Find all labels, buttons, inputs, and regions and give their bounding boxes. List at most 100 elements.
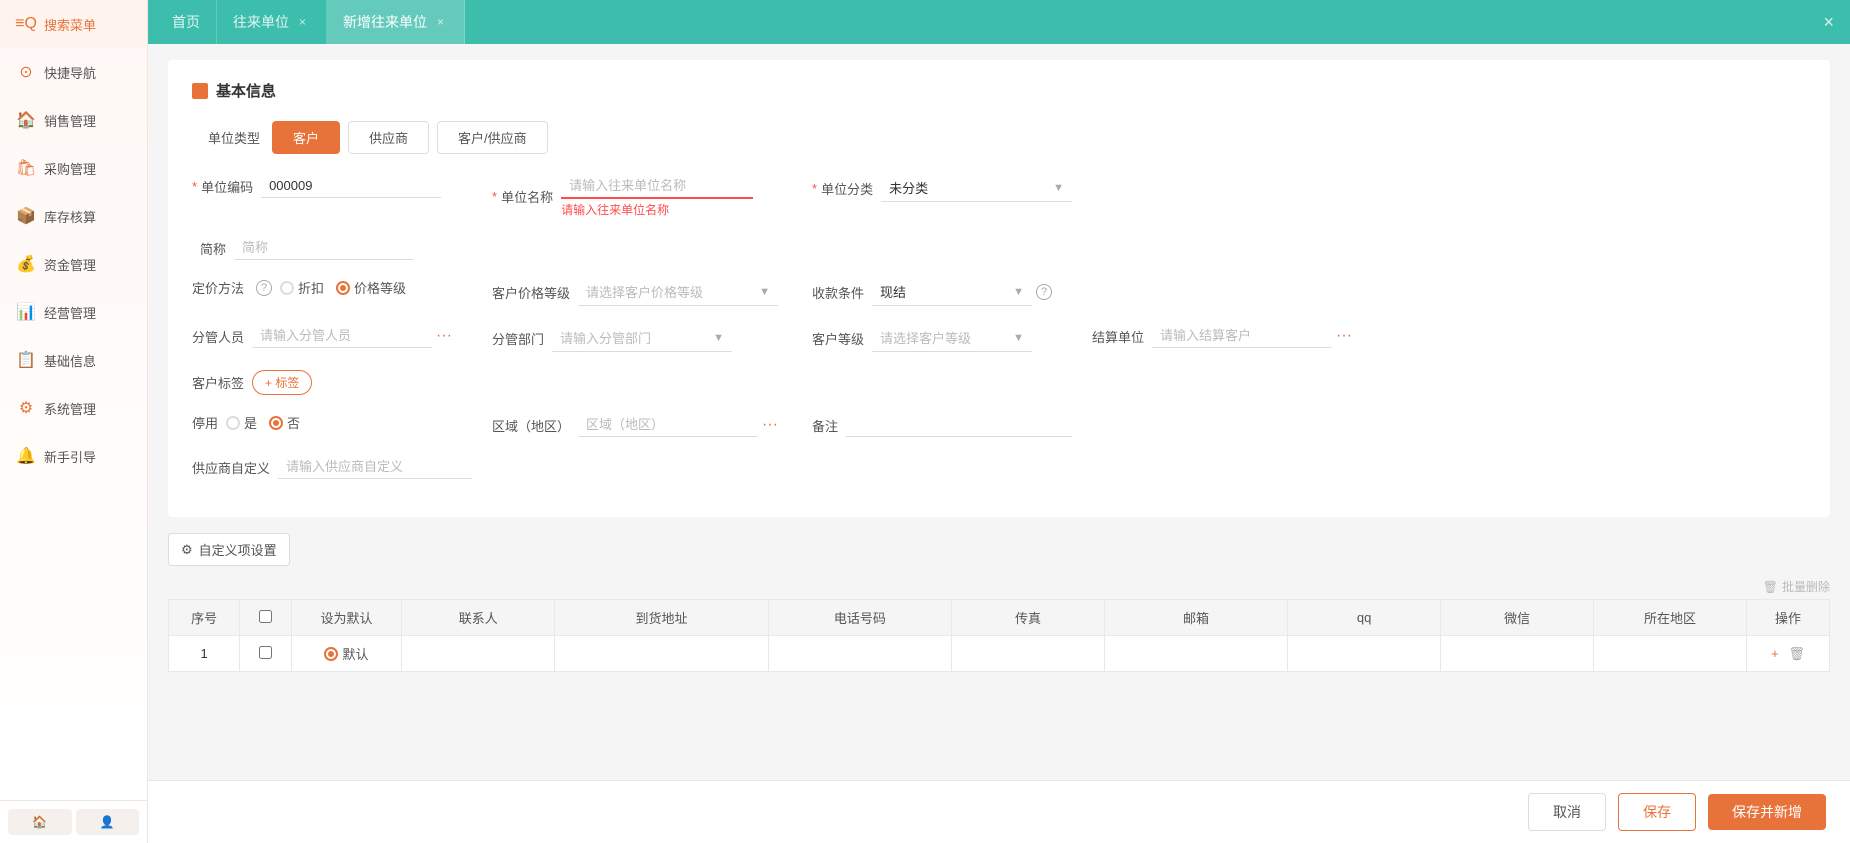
unit-category-chevron: ▼ [1053, 182, 1064, 194]
payment-help-icon[interactable]: ? [1036, 284, 1052, 300]
tab-new-unit-label: 新增往来单位 [343, 12, 427, 32]
tab-home-label: 首页 [172, 12, 200, 32]
payment-condition-select[interactable]: 现结 ▼ [872, 278, 1032, 306]
save-button[interactable]: 保存 [1618, 793, 1696, 831]
customer-level-select[interactable]: 请选择客户等级 ▼ [872, 324, 1032, 352]
row-pricing: 定价方法 ? 折扣 价格等级 客户价格等级 [192, 278, 1806, 306]
sidebar-user-btn[interactable]: 👤 [76, 809, 140, 835]
sidebar-label-quicknav: 快捷导航 [44, 63, 96, 82]
field-pricing-method: 定价方法 ? 折扣 价格等级 [192, 278, 472, 297]
sidebar-item-quicknav[interactable]: ⊙ 快捷导航 [0, 48, 147, 96]
sidebar-item-finance[interactable]: 💰 资金管理 [0, 240, 147, 288]
unit-category-select[interactable]: 未分类 ▼ [881, 174, 1072, 202]
radio-yes-label: 是 [244, 413, 257, 432]
sidebar-item-system[interactable]: ⚙ 系统管理 [0, 384, 147, 432]
contact-input[interactable] [438, 646, 518, 661]
pricing-help-icon[interactable]: ? [256, 280, 272, 296]
tab-new-unit-close[interactable]: × [433, 13, 448, 31]
sidebar-home-btn[interactable]: 🏠 [8, 809, 72, 835]
cell-qq[interactable] [1288, 636, 1441, 672]
cancel-button[interactable]: 取消 [1528, 793, 1606, 831]
qq-input[interactable] [1324, 646, 1404, 661]
cell-address[interactable] [555, 636, 769, 672]
radio-discount[interactable]: 折扣 [280, 278, 324, 297]
tab-home[interactable]: 首页 [156, 0, 217, 44]
tab-units-close[interactable]: × [295, 13, 310, 31]
department-select[interactable]: 请输入分管部门 ▼ [552, 324, 732, 352]
section-header: 基本信息 [192, 80, 1806, 101]
settlement-more-btn[interactable]: ··· [1332, 327, 1356, 345]
cell-region[interactable] [1594, 636, 1747, 672]
add-row-btn[interactable]: + [1771, 646, 1779, 661]
fax-input[interactable] [988, 646, 1068, 661]
cell-contact[interactable] [402, 636, 555, 672]
cell-email[interactable] [1104, 636, 1287, 672]
btn-both[interactable]: 客户/供应商 [437, 121, 548, 154]
operations-icon: 📊 [16, 302, 36, 322]
customer-price-level-label: 客户价格等级 [492, 283, 578, 302]
col-checkbox [240, 600, 291, 636]
field-supplier-custom: 供应商自定义 [192, 455, 472, 479]
field-remark: 备注 [792, 413, 1072, 437]
default-radio[interactable]: 默认 [302, 644, 392, 663]
cell-phone[interactable] [768, 636, 951, 672]
wechat-input[interactable] [1477, 646, 1557, 661]
save-new-button[interactable]: 保存并新增 [1708, 794, 1826, 830]
abbreviation-input[interactable] [234, 236, 414, 260]
row-checkbox[interactable] [259, 646, 272, 659]
radio-no[interactable]: 否 [269, 413, 300, 432]
customer-price-level-select[interactable]: 请选择客户价格等级 ▼ [578, 278, 778, 306]
sidebar-item-search[interactable]: ≡Q 搜索菜单 [0, 0, 147, 48]
field-settlement-unit: 结算单位 ··· [1072, 324, 1356, 348]
region-table-input[interactable] [1630, 646, 1710, 661]
sidebar-item-purchase[interactable]: 🛍 采购管理 [0, 144, 147, 192]
settlement-unit-input[interactable] [1152, 324, 1332, 348]
sidebar-item-sales[interactable]: 🏠 销售管理 [0, 96, 147, 144]
manager-more-btn[interactable]: ··· [432, 327, 456, 345]
batch-delete-label: 批量删除 [1782, 578, 1830, 595]
supplier-custom-input[interactable] [278, 455, 472, 479]
cell-wechat[interactable] [1441, 636, 1594, 672]
btn-customer[interactable]: 客户 [272, 121, 340, 154]
system-icon: ⚙ [16, 398, 36, 418]
tab-new-unit[interactable]: 新增往来单位 × [327, 0, 465, 44]
cell-checkbox[interactable] [240, 636, 291, 672]
manager-input[interactable] [252, 324, 432, 348]
quicknav-icon: ⊙ [16, 62, 36, 82]
row-supplier-custom: 供应商自定义 [192, 455, 1806, 479]
delete-row-btn[interactable]: 🗑 [1788, 646, 1805, 661]
custom-settings-button[interactable]: ⚙ 自定义项设置 [168, 533, 290, 566]
col-address: 到货地址 [555, 600, 769, 636]
batch-delete-row[interactable]: 🗑 批量删除 [168, 578, 1830, 595]
customer-level-chevron: ▼ [1013, 332, 1024, 344]
unit-type-row: 单位类型 客户 供应商 客户/供应商 [192, 121, 1806, 154]
region-input[interactable] [578, 413, 758, 437]
window-close-btn[interactable]: × [1815, 8, 1842, 37]
cell-fax[interactable] [951, 636, 1104, 672]
address-input[interactable] [601, 646, 721, 661]
sidebar-item-guide[interactable]: 🔔 新手引导 [0, 432, 147, 480]
remark-input[interactable] [846, 413, 1072, 437]
customer-level-label: 客户等级 [812, 329, 872, 348]
col-action: 操作 [1747, 600, 1830, 636]
phone-input[interactable] [810, 646, 910, 661]
unit-name-input[interactable] [561, 174, 753, 199]
region-more-btn[interactable]: ··· [758, 416, 782, 434]
radio-price-level[interactable]: 价格等级 [336, 278, 406, 297]
radio-yes[interactable]: 是 [226, 413, 257, 432]
sidebar-item-basicinfo[interactable]: 📋 基础信息 [0, 336, 147, 384]
btn-supplier[interactable]: 供应商 [348, 121, 429, 154]
payment-condition-chevron: ▼ [1013, 286, 1024, 298]
unit-name-group: 请输入往来单位名称 [561, 174, 753, 218]
email-input[interactable] [1146, 646, 1246, 661]
sidebar-label-finance: 资金管理 [44, 255, 96, 274]
unit-code-input[interactable] [261, 174, 441, 198]
add-tag-btn[interactable]: + 标签 [252, 370, 312, 395]
sidebar-item-inventory[interactable]: 📦 库存核算 [0, 192, 147, 240]
disable-radio-group: 是 否 [226, 413, 300, 432]
tab-units[interactable]: 往来单位 × [217, 0, 327, 44]
sidebar-label-basicinfo: 基础信息 [44, 351, 96, 370]
select-all-checkbox[interactable] [259, 610, 272, 623]
col-phone: 电话号码 [768, 600, 951, 636]
sidebar-item-operations[interactable]: 📊 经营管理 [0, 288, 147, 336]
